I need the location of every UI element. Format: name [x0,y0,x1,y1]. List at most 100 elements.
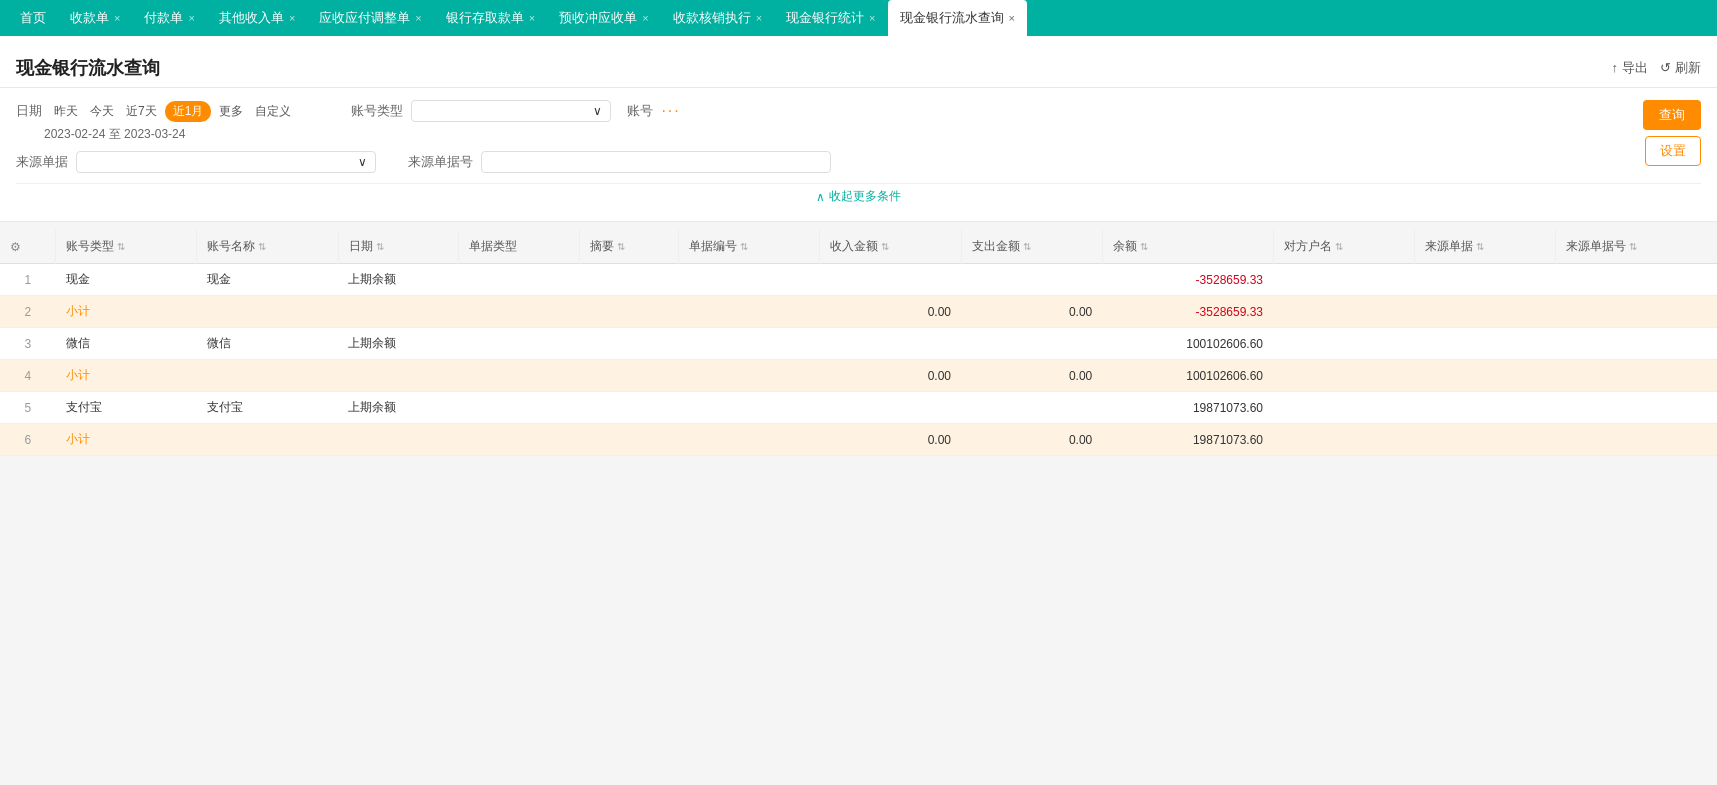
cell-counterparty [1273,360,1414,392]
date-shortcut-昨天[interactable]: 昨天 [50,101,82,122]
export-icon: ↑ [1612,60,1619,75]
nav-tab-预收冲应收单[interactable]: 预收冲应收单× [547,0,660,36]
cell-summary [580,392,679,424]
date-shortcut-近7天[interactable]: 近7天 [122,101,161,122]
date-shortcut-近1月[interactable]: 近1月 [165,101,212,122]
cell-source_doc_no [1555,328,1717,360]
sort-icon-account_name: ⇅ [258,241,266,252]
nav-tab-应收应付调整单[interactable]: 应收应付调整单× [307,0,433,36]
cell-income [820,392,961,424]
nav-tab-close[interactable]: × [756,12,762,24]
table-container: ⚙账号类型⇅账号名称⇅日期⇅单据类型摘要⇅单据编号⇅收入金额⇅支出金额⇅余额⇅对… [0,230,1717,456]
nav-tab-收款核销执行[interactable]: 收款核销执行 × [661,0,774,36]
col-header-counterparty[interactable]: 对方户名⇅ [1273,230,1414,264]
cell-account_name [197,296,338,328]
nav-tab-close[interactable]: × [114,12,120,24]
cell-doc_no [679,328,820,360]
nav-tab-label: 现金银行统计 [786,9,864,27]
nav-tab-close[interactable]: × [188,12,194,24]
gear-icon[interactable]: ⚙ [10,240,21,254]
col-label-doc_type: 单据类型 [469,239,517,253]
cell-source_doc_no [1555,360,1717,392]
query-button[interactable]: 查询 [1643,100,1701,130]
cell-balance: 100102606.60 [1102,360,1273,392]
col-header-source_doc_no[interactable]: 来源单据号⇅ [1555,230,1717,264]
col-header-doc_type: 单据类型 [458,230,580,264]
refresh-label: 刷新 [1675,59,1701,77]
settings-button[interactable]: 设置 [1645,136,1701,166]
cell-summary [580,424,679,456]
source-doc-no-filter-group: 来源单据号 [408,151,831,173]
col-header-account_name[interactable]: 账号名称⇅ [197,230,338,264]
sort-icon-summary: ⇅ [617,241,625,252]
source-doc-no-input[interactable] [481,151,831,173]
nav-tab-收款单[interactable]: 收款单× [58,0,132,36]
nav-tab-close[interactable]: × [415,12,421,24]
cell-source_doc [1414,328,1555,360]
nav-tab-close[interactable]: × [1009,12,1015,24]
cell-expense [961,264,1102,296]
cell-account_type: 小计 [56,424,197,456]
filter-row-2: 来源单据 ∨ 来源单据号 [16,151,1643,173]
source-doc-filter-group: 来源单据 ∨ [16,151,376,173]
cell-source_doc [1414,264,1555,296]
cell-date: 上期余额 [338,264,458,296]
nav-tab-银行存取款单[interactable]: 银行存取款单× [434,0,547,36]
nav-tab-现金银行流水查询[interactable]: 现金银行流水查询 × [888,0,1027,36]
cell-source_doc [1414,296,1555,328]
cell-date [338,360,458,392]
refresh-button[interactable]: ↺ 刷新 [1660,59,1701,77]
date-shortcut-自定义[interactable]: 自定义 [251,101,295,122]
col-header-balance[interactable]: 余额⇅ [1102,230,1273,264]
nav-tab-close[interactable]: × [869,12,875,24]
date-shortcut-更多[interactable]: 更多 [215,101,247,122]
cell-income: 0.00 [820,360,961,392]
sort-icon-expense: ⇅ [1023,241,1031,252]
cell-account_name [197,424,338,456]
collapse-bar[interactable]: ∧ 收起更多条件 [16,183,1701,209]
nav-tab-close[interactable]: × [289,12,295,24]
collapse-label: 收起更多条件 [829,188,901,205]
cell-num: 4 [0,360,56,392]
sort-icon-source_doc: ⇅ [1476,241,1484,252]
col-label-account_type: 账号类型 [66,238,114,255]
sort-icon-income: ⇅ [881,241,889,252]
cell-expense: 0.00 [961,360,1102,392]
nav-home[interactable]: 首页 [8,0,58,36]
nav-tab-close[interactable]: × [529,12,535,24]
account-type-label: 账号类型 [351,102,403,120]
col-header-income[interactable]: 收入金额⇅ [820,230,961,264]
nav-tab-label: 现金银行流水查询 [900,9,1004,27]
account-more-button[interactable]: ··· [661,102,680,120]
export-button[interactable]: ↑ 导出 [1612,59,1649,77]
col-header-source_doc[interactable]: 来源单据⇅ [1414,230,1555,264]
header-actions: ↑ 导出 ↺ 刷新 [1612,59,1702,77]
cell-counterparty [1273,424,1414,456]
col-label-doc_no: 单据编号 [689,238,737,255]
cell-source_doc_no [1555,392,1717,424]
nav-tab-其他收入单[interactable]: 其他收入单× [207,0,307,36]
col-header-expense[interactable]: 支出金额⇅ [961,230,1102,264]
col-header-doc_no[interactable]: 单据编号⇅ [679,230,820,264]
col-label-source_doc_no: 来源单据号 [1566,238,1626,255]
cell-account_name [197,360,338,392]
cell-date: 上期余额 [338,392,458,424]
table-row: 3微信微信上期余额100102606.60 [0,328,1717,360]
col-header-date[interactable]: 日期⇅ [338,230,458,264]
col-label-source_doc: 来源单据 [1425,238,1473,255]
col-header-summary[interactable]: 摘要⇅ [580,230,679,264]
nav-tab-现金银行统计[interactable]: 现金银行统计 × [774,0,887,36]
account-type-select[interactable]: ∨ [411,100,611,122]
nav-tab-close[interactable]: × [642,12,648,24]
cell-expense [961,328,1102,360]
col-header-account_type[interactable]: 账号类型⇅ [56,230,197,264]
page-title: 现金银行流水查询 [16,56,160,80]
cell-account_type: 小计 [56,296,197,328]
source-doc-select[interactable]: ∨ [76,151,376,173]
cell-doc_type [458,424,580,456]
cell-counterparty [1273,296,1414,328]
cell-summary [580,296,679,328]
nav-tab-label: 收款核销执行 [673,9,751,27]
nav-tab-付款单[interactable]: 付款单× [132,0,206,36]
date-shortcut-今天[interactable]: 今天 [86,101,118,122]
